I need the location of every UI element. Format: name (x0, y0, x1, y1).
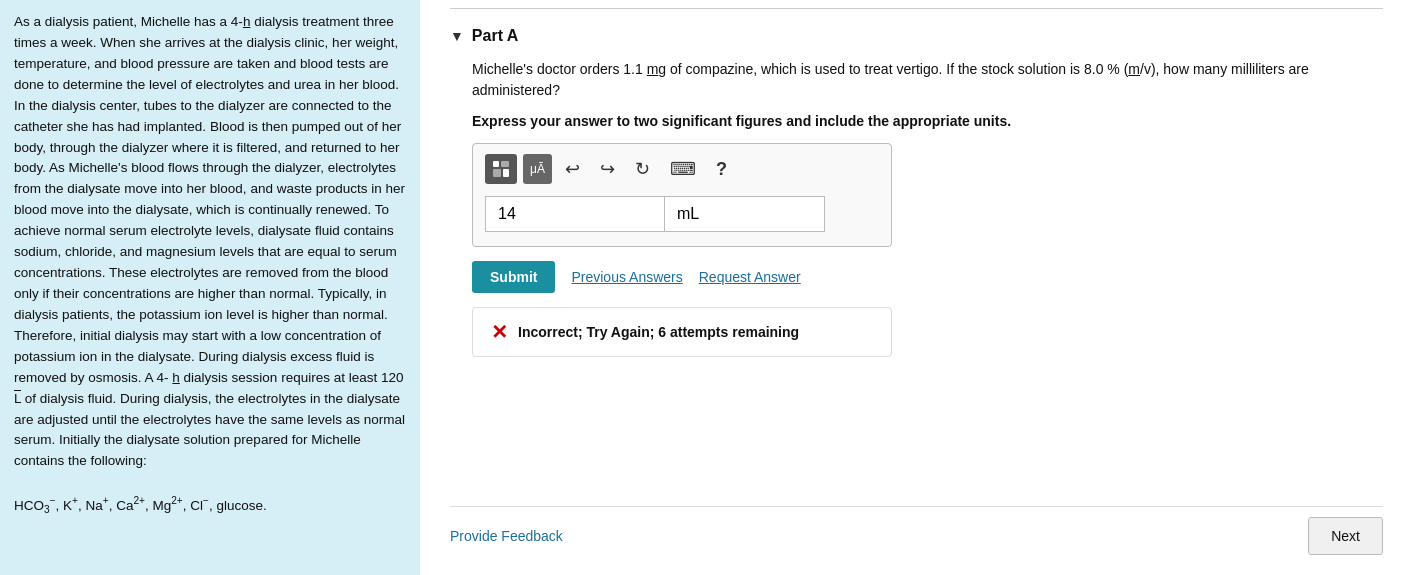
answer-value-input[interactable] (485, 196, 665, 232)
part-header: ▼ Part A (450, 27, 1383, 45)
bottom-bar: Provide Feedback Next (450, 506, 1383, 555)
submit-button[interactable]: Submit (472, 261, 555, 293)
incorrect-icon: ✕ (491, 320, 508, 344)
answer-container: μÃ ↩ ↪ ↻ ⌨ ? (472, 143, 892, 247)
feedback-text: Incorrect; Try Again; 6 attempts remaini… (518, 324, 799, 340)
request-answer-button[interactable]: Request Answer (699, 269, 801, 285)
answer-units-input[interactable] (665, 196, 825, 232)
right-panel: ▼ Part A Michelle's doctor orders 1.1 mg… (420, 0, 1413, 575)
svg-rect-3 (503, 169, 509, 177)
instruction-text: Express your answer to two significant f… (472, 113, 1383, 129)
grid-icon-button[interactable] (485, 154, 517, 184)
feedback-box: ✕ Incorrect; Try Again; 6 attempts remai… (472, 307, 892, 357)
top-divider (450, 8, 1383, 9)
toolbar: μÃ ↩ ↪ ↻ ⌨ ? (485, 154, 879, 184)
keyboard-button[interactable]: ⌨ (663, 154, 703, 184)
refresh-button[interactable]: ↻ (628, 154, 657, 184)
context-text: As a dialysis patient, Michelle has a 4-… (14, 12, 406, 518)
question-text: Michelle's doctor orders 1.1 mg of compa… (472, 59, 1383, 101)
provide-feedback-button[interactable]: Provide Feedback (450, 528, 563, 544)
part-arrow[interactable]: ▼ (450, 28, 464, 44)
input-row (485, 196, 879, 232)
svg-rect-2 (493, 169, 501, 177)
help-button[interactable]: ? (709, 154, 734, 184)
undo-button[interactable]: ↩ (558, 154, 587, 184)
redo-button[interactable]: ↪ (593, 154, 622, 184)
svg-rect-0 (493, 161, 499, 167)
previous-answers-button[interactable]: Previous Answers (571, 269, 682, 285)
svg-rect-1 (501, 161, 509, 167)
action-row: Submit Previous Answers Request Answer (472, 261, 1383, 293)
next-button[interactable]: Next (1308, 517, 1383, 555)
mu-label: μÃ (530, 162, 545, 176)
left-panel: As a dialysis patient, Michelle has a 4-… (0, 0, 420, 575)
part-title: Part A (472, 27, 519, 45)
mu-button[interactable]: μÃ (523, 154, 552, 184)
